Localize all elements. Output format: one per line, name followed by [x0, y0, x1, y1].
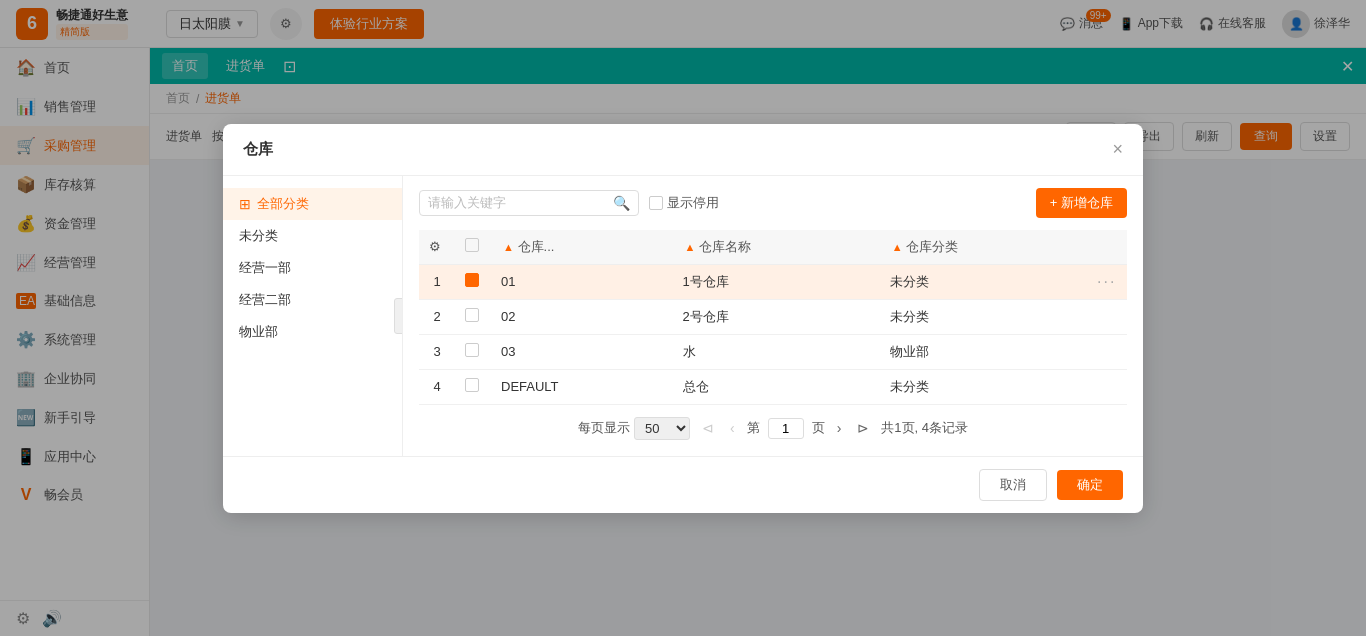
- dialog-title: 仓库: [243, 140, 273, 159]
- row-action-cell: [1087, 369, 1127, 404]
- page-prev-button[interactable]: ‹: [726, 418, 739, 438]
- per-page-label: 每页显示: [578, 419, 630, 437]
- tree-item-property[interactable]: 物业部: [223, 316, 402, 348]
- table-row[interactable]: 4 DEFAULT 总仓 未分类: [419, 369, 1127, 404]
- row-action-cell: [1087, 334, 1127, 369]
- dialog-footer: 取消 确定: [223, 456, 1143, 513]
- tree-uncategorized-label: 未分类: [239, 227, 278, 245]
- row-checkbox-cell: [455, 369, 491, 404]
- row-checkbox[interactable]: [465, 343, 479, 357]
- row-action-cell: ···: [1087, 264, 1127, 299]
- table-header-row: ⚙ ▲ 仓库... ▲: [419, 230, 1127, 265]
- page-suffix: 页: [812, 419, 825, 437]
- page-number-input[interactable]: [768, 418, 804, 439]
- row-action-cell: [1087, 299, 1127, 334]
- row-category: 未分类: [880, 369, 1087, 404]
- show-disabled-checkbox[interactable]: [649, 196, 663, 210]
- table-toolbar: 🔍 显示停用 + 新增仓库: [419, 188, 1127, 218]
- page-first-button[interactable]: ⊲: [698, 418, 718, 438]
- add-warehouse-button[interactable]: + 新增仓库: [1036, 188, 1127, 218]
- sort-icon-code: ▲: [503, 241, 514, 253]
- row-code: 01: [491, 264, 673, 299]
- row-checkbox[interactable]: [465, 273, 479, 287]
- search-input-wrap: 🔍: [419, 190, 639, 216]
- row-name: 总仓: [673, 369, 880, 404]
- row-checkbox-cell: [455, 299, 491, 334]
- dialog-close-button[interactable]: ×: [1112, 140, 1123, 158]
- row-number: 2: [419, 299, 455, 334]
- col-header-name[interactable]: ▲ 仓库名称: [673, 230, 880, 265]
- page-last-button[interactable]: ⊳: [853, 418, 873, 438]
- tree-item-dept1[interactable]: 经营一部: [223, 252, 402, 284]
- sort-icon-name: ▲: [685, 241, 696, 253]
- warehouse-dialog: 仓库 × ⊞ 全部分类 未分类 经营一部 经营二部: [223, 124, 1143, 513]
- per-page-selector: 每页显示 50 100: [578, 417, 690, 440]
- page-next-button[interactable]: ›: [833, 418, 846, 438]
- table-row[interactable]: 3 03 水 物业部: [419, 334, 1127, 369]
- row-name: 2号仓库: [673, 299, 880, 334]
- col-header-actions: [1087, 230, 1127, 265]
- row-category: 未分类: [880, 264, 1087, 299]
- col-header-gear[interactable]: ⚙: [419, 230, 455, 265]
- row-checkbox[interactable]: [465, 378, 479, 392]
- sort-icon-category: ▲: [892, 241, 903, 253]
- warehouse-table-panel: 🔍 显示停用 + 新增仓库 ⚙: [403, 176, 1143, 456]
- total-info: 共1页, 4条记录: [881, 419, 968, 437]
- col-header-code[interactable]: ▲ 仓库...: [491, 230, 673, 265]
- show-disabled-label: 显示停用: [667, 194, 719, 212]
- row-name: 水: [673, 334, 880, 369]
- tree-dept2-label: 经营二部: [239, 291, 291, 309]
- search-icon[interactable]: 🔍: [613, 195, 630, 211]
- dialog-body: ⊞ 全部分类 未分类 经营一部 经营二部 物业部 《: [223, 176, 1143, 456]
- row-number: 1: [419, 264, 455, 299]
- row-name: 1号仓库: [673, 264, 880, 299]
- category-tree-panel: ⊞ 全部分类 未分类 经营一部 经营二部 物业部 《: [223, 176, 403, 456]
- row-code: DEFAULT: [491, 369, 673, 404]
- table-row[interactable]: 2 02 2号仓库 未分类: [419, 299, 1127, 334]
- row-checkbox-cell: [455, 264, 491, 299]
- tree-item-uncategorized[interactable]: 未分类: [223, 220, 402, 252]
- row-category: 物业部: [880, 334, 1087, 369]
- per-page-select-input[interactable]: 50 100: [634, 417, 690, 440]
- tree-property-label: 物业部: [239, 323, 278, 341]
- search-input[interactable]: [428, 195, 607, 210]
- pagination-bar: 每页显示 50 100 ⊲ ‹ 第 页 › ⊳ 共1页, 4条记录: [419, 405, 1127, 444]
- col-header-checkbox: [455, 230, 491, 265]
- row-number: 4: [419, 369, 455, 404]
- row-code: 03: [491, 334, 673, 369]
- tree-item-dept2[interactable]: 经营二部: [223, 284, 402, 316]
- table-body: 1 01 1号仓库 未分类 ··· 2 02 2号仓库 未分类 3: [419, 264, 1127, 404]
- show-disabled-toggle[interactable]: 显示停用: [649, 194, 719, 212]
- dialog-header: 仓库 ×: [223, 124, 1143, 176]
- row-category: 未分类: [880, 299, 1087, 334]
- tree-collapse-button[interactable]: 《: [394, 298, 403, 334]
- tree-dept1-label: 经营一部: [239, 259, 291, 277]
- row-number: 3: [419, 334, 455, 369]
- grid-icon: ⊞: [239, 196, 251, 212]
- row-checkbox-cell: [455, 334, 491, 369]
- table-row[interactable]: 1 01 1号仓库 未分类 ···: [419, 264, 1127, 299]
- confirm-button[interactable]: 确定: [1057, 470, 1123, 500]
- row-code: 02: [491, 299, 673, 334]
- warehouse-table: ⚙ ▲ 仓库... ▲: [419, 230, 1127, 405]
- tree-item-all[interactable]: ⊞ 全部分类: [223, 188, 402, 220]
- page-label: 第: [747, 419, 760, 437]
- row-more-button[interactable]: ···: [1097, 273, 1116, 290]
- cancel-button[interactable]: 取消: [979, 469, 1047, 501]
- col-header-category[interactable]: ▲ 仓库分类: [880, 230, 1087, 265]
- modal-overlay[interactable]: 仓库 × ⊞ 全部分类 未分类 经营一部 经营二部: [0, 0, 1366, 636]
- row-checkbox[interactable]: [465, 308, 479, 322]
- gear-header-icon: ⚙: [429, 239, 441, 254]
- tree-all-label: 全部分类: [257, 195, 309, 213]
- warehouse-table-scroll: ⚙ ▲ 仓库... ▲: [419, 230, 1127, 405]
- select-all-checkbox[interactable]: [465, 238, 479, 252]
